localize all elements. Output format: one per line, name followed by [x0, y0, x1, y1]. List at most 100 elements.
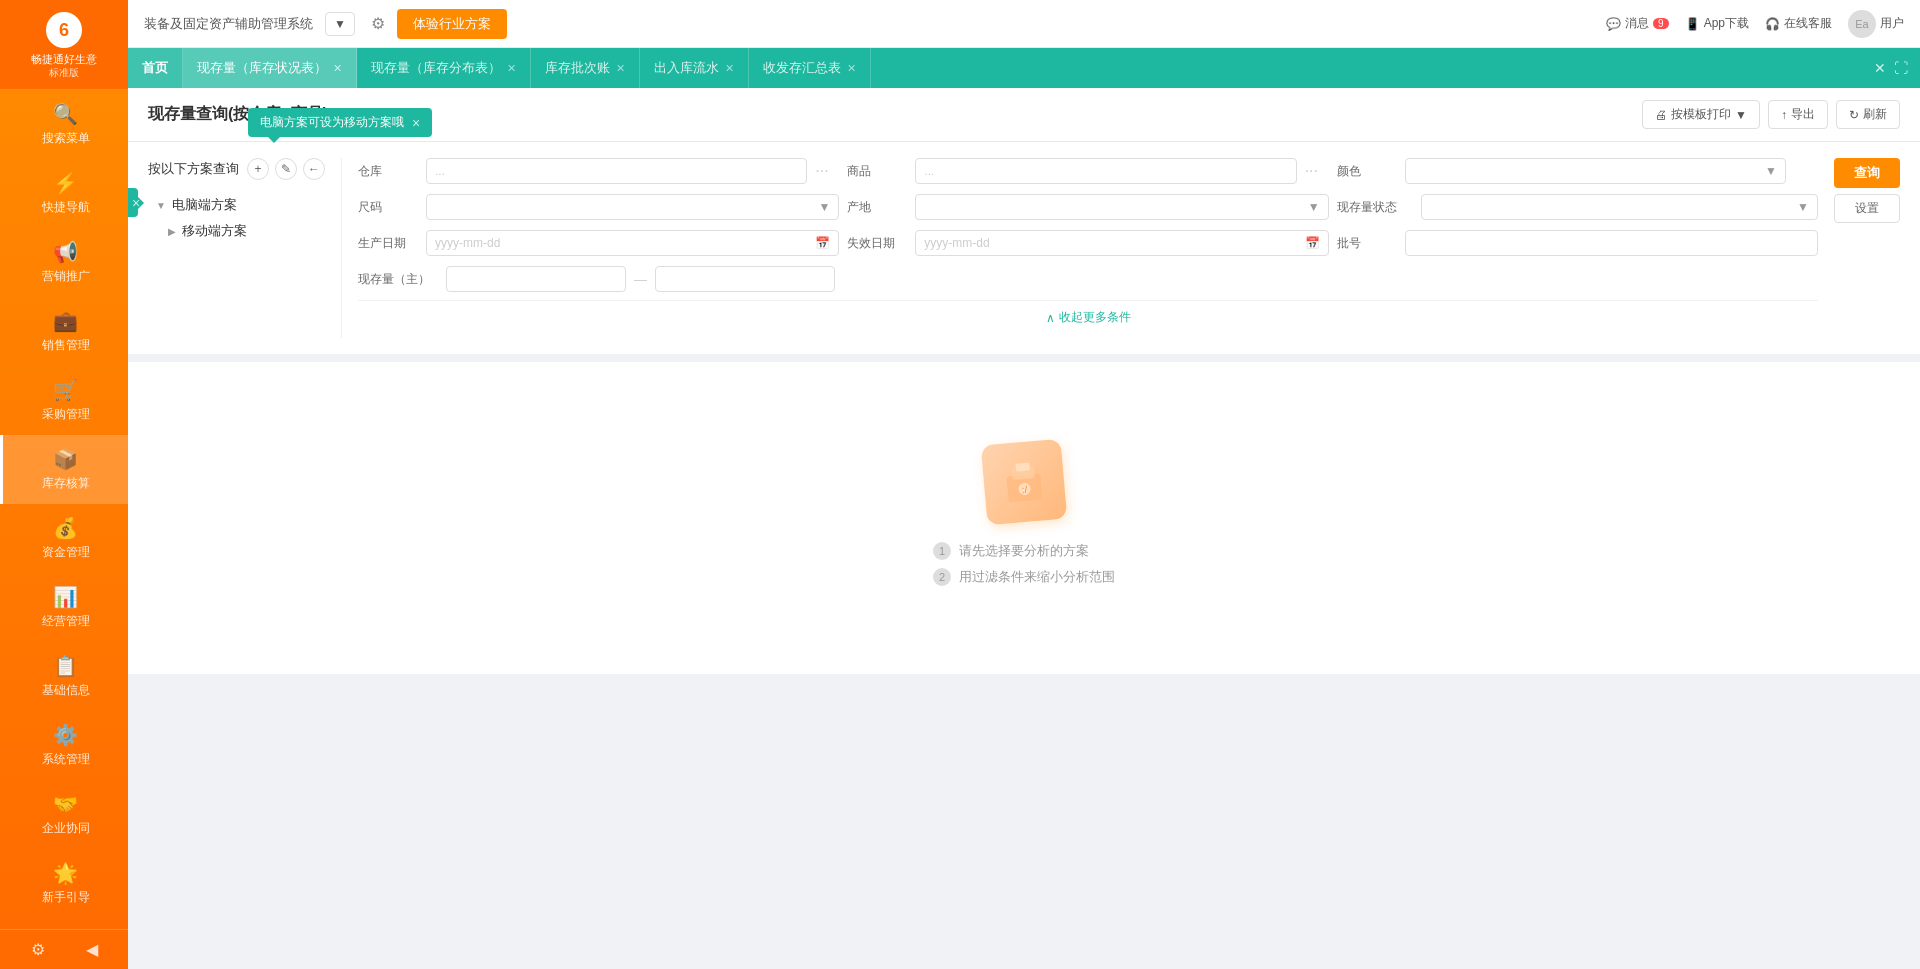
warehouse-more-icon[interactable]: ···	[815, 162, 839, 180]
back-scheme-btn[interactable]: ←	[303, 158, 325, 180]
sales-icon: 💼	[53, 309, 78, 333]
filter-batch: 批号	[1337, 230, 1818, 256]
topbar: 装备及固定资产辅助管理系统 ▼ ⚙ 体验行业方案 💬 消息 9 📱 App下载 …	[128, 0, 1920, 48]
search-icon: 🔍	[53, 102, 78, 126]
filter-warehouse: 仓库 ...	[358, 158, 807, 184]
filter-expiry-date: 失效日期 yyyy-mm-dd 📅	[847, 230, 1328, 256]
sidebar-item-inventory[interactable]: 📦 库存核算	[0, 435, 128, 504]
chevron-up-icon: ∧	[1046, 311, 1055, 325]
tab-receive[interactable]: 收发存汇总表 ✕	[749, 48, 871, 88]
stock-status-select[interactable]: ▼	[1421, 194, 1818, 220]
sidebar-item-system[interactable]: ⚙️ 系统管理	[0, 711, 128, 780]
expiry-date-input[interactable]: yyyy-mm-dd 📅	[915, 230, 1328, 256]
quick-icon: ⚡	[53, 171, 78, 195]
sidebar-item-quick[interactable]: ⚡ 快捷导航	[0, 159, 128, 228]
sidebar-item-enterprise[interactable]: 🤝 企业协同	[0, 780, 128, 849]
stock-qty-min[interactable]	[446, 266, 626, 292]
system-select[interactable]: ▼	[325, 12, 355, 36]
export-btn[interactable]: ↑ 导出	[1768, 100, 1828, 129]
goods-more-icon[interactable]: ···	[1305, 162, 1329, 180]
sidebar-item-basic[interactable]: 📋 基础信息	[0, 642, 128, 711]
tab-close-inout[interactable]: ✕	[725, 62, 734, 75]
export-icon: ↑	[1781, 108, 1787, 122]
sidebar-item-sales[interactable]: 💼 销售管理	[0, 297, 128, 366]
operation-icon: 📊	[53, 585, 78, 609]
enterprise-icon: 🤝	[53, 792, 78, 816]
tab-close-inventory-dist[interactable]: ✕	[507, 62, 516, 75]
tab-inventory-status[interactable]: 现存量（库存状况表） ✕	[183, 48, 357, 88]
tabs-bar: 首页 现存量（库存状况表） ✕ 现存量（库存分布表） ✕ 库存批次账 ✕ 出入库…	[128, 48, 1920, 88]
goods-select[interactable]: ...	[915, 158, 1296, 184]
sidebar-logo: 6 畅捷通好生意 标准版	[0, 0, 128, 90]
message-badge: 9	[1653, 18, 1669, 29]
finance-icon: 💰	[53, 516, 78, 540]
tooltip1-close[interactable]: ×	[412, 115, 420, 131]
add-scheme-btn[interactable]: +	[247, 158, 269, 180]
calendar-icon: 📅	[1305, 236, 1320, 250]
user-item[interactable]: Ea 用户	[1848, 10, 1904, 38]
warehouse-select[interactable]: ...	[426, 158, 807, 184]
inventory-icon: 📦	[53, 447, 78, 471]
trial-button[interactable]: 体验行业方案	[397, 9, 507, 39]
expand-icon[interactable]: ⛶	[1894, 60, 1908, 76]
chevron-down-icon: ▼	[818, 200, 830, 214]
refresh-icon: ↻	[1849, 108, 1859, 122]
filter-size: 尺码 ▼	[358, 194, 839, 220]
tab-inout[interactable]: 出入库流水 ✕	[640, 48, 749, 88]
sidebar-bottom: ⚙ ◀	[0, 929, 128, 969]
sidebar-item-operation[interactable]: 📊 经营管理	[0, 573, 128, 642]
sidebar-item-purchase[interactable]: 🛒 采购管理	[0, 366, 128, 435]
print-icon: 🖨	[1655, 108, 1667, 122]
tooltip2-close[interactable]: ×	[132, 195, 140, 211]
scheme-mobile[interactable]: ▶ 移动端方案	[148, 218, 325, 244]
tab-home[interactable]: 首页	[128, 48, 183, 88]
print-btn[interactable]: 🖨 按模板打印 ▼	[1642, 100, 1760, 129]
sidebar-item-guide[interactable]: 🌟 新手引导	[0, 849, 128, 918]
tab-inventory-dist[interactable]: 现存量（库存分布表） ✕	[357, 48, 531, 88]
empty-hints: 1 请先选择要分析的方案 2 用过滤条件来缩小分析范围	[933, 542, 1115, 594]
search-button[interactable]: 查询	[1834, 158, 1900, 188]
sidebar-item-search[interactable]: 🔍 搜索菜单	[0, 90, 128, 159]
empty-state: :/ 1 请先选择要分析的方案 2 用过滤条件来缩小分析范围	[128, 362, 1920, 674]
phone-icon: 📱	[1685, 17, 1700, 31]
prod-date-input[interactable]: yyyy-mm-dd 📅	[426, 230, 839, 256]
message-item[interactable]: 💬 消息 9	[1606, 15, 1669, 32]
refresh-btn[interactable]: ↻ 刷新	[1836, 100, 1900, 129]
tab-close-batch[interactable]: ✕	[616, 62, 625, 75]
app-download-item[interactable]: 📱 App下载	[1685, 15, 1749, 32]
filter-goods: 商品 ...	[847, 158, 1296, 184]
tab-close-receive[interactable]: ✕	[847, 62, 856, 75]
filter-actions-row: ∧ 收起更多条件	[358, 300, 1818, 326]
support-item[interactable]: 🎧 在线客服	[1765, 15, 1832, 32]
filter-controls: + ✎ ←	[247, 158, 325, 180]
tab-close-inventory-status[interactable]: ✕	[333, 62, 342, 75]
settings-bottom-icon[interactable]: ⚙	[31, 940, 45, 959]
tab-batch[interactable]: 库存批次账 ✕	[531, 48, 640, 88]
size-select[interactable]: ▼	[426, 194, 839, 220]
stock-qty-max[interactable]	[655, 266, 835, 292]
sidebar-menu: 🔍 搜索菜单 ⚡ 快捷导航 📢 营销推广 💼 销售管理 🛒 采购管理 📦 库存核…	[0, 90, 128, 929]
close-all-tabs-icon[interactable]: ✕	[1874, 60, 1886, 76]
tooltip-scheme-create: 这里可以创建和修改方案哦 ×	[128, 188, 138, 217]
sidebar-item-finance[interactable]: 💰 资金管理	[0, 504, 128, 573]
logo-badge: 标准版	[31, 66, 97, 79]
scheme-desktop[interactable]: ▼ 电脑端方案	[148, 192, 325, 218]
message-icon: 💬	[1606, 17, 1621, 31]
sidebar-item-marketing[interactable]: 📢 营销推广	[0, 228, 128, 297]
edit-scheme-btn[interactable]: ✎	[275, 158, 297, 180]
basic-icon: 📋	[53, 654, 78, 678]
collapse-sidebar-icon[interactable]: ◀	[86, 940, 98, 959]
guide-icon: 🌟	[53, 861, 78, 885]
batch-input[interactable]	[1405, 230, 1818, 256]
setting-button[interactable]: 设置	[1834, 194, 1900, 223]
filter-stock-status: 现存量状态 ▼	[1337, 194, 1818, 220]
collapse-btn[interactable]: ∧ 收起更多条件	[1046, 309, 1131, 326]
chevron-down-icon: ▼	[1308, 200, 1320, 214]
gear-icon[interactable]: ⚙	[371, 14, 385, 33]
topbar-right: 💬 消息 9 📱 App下载 🎧 在线客服 Ea 用户	[1606, 10, 1904, 38]
color-select[interactable]: ▼	[1405, 158, 1786, 184]
logo-icon: 6	[46, 12, 82, 48]
origin-select[interactable]: ▼	[915, 194, 1328, 220]
tab-actions: ✕ ⛶	[1862, 60, 1920, 76]
filter-origin: 产地 ▼	[847, 194, 1328, 220]
